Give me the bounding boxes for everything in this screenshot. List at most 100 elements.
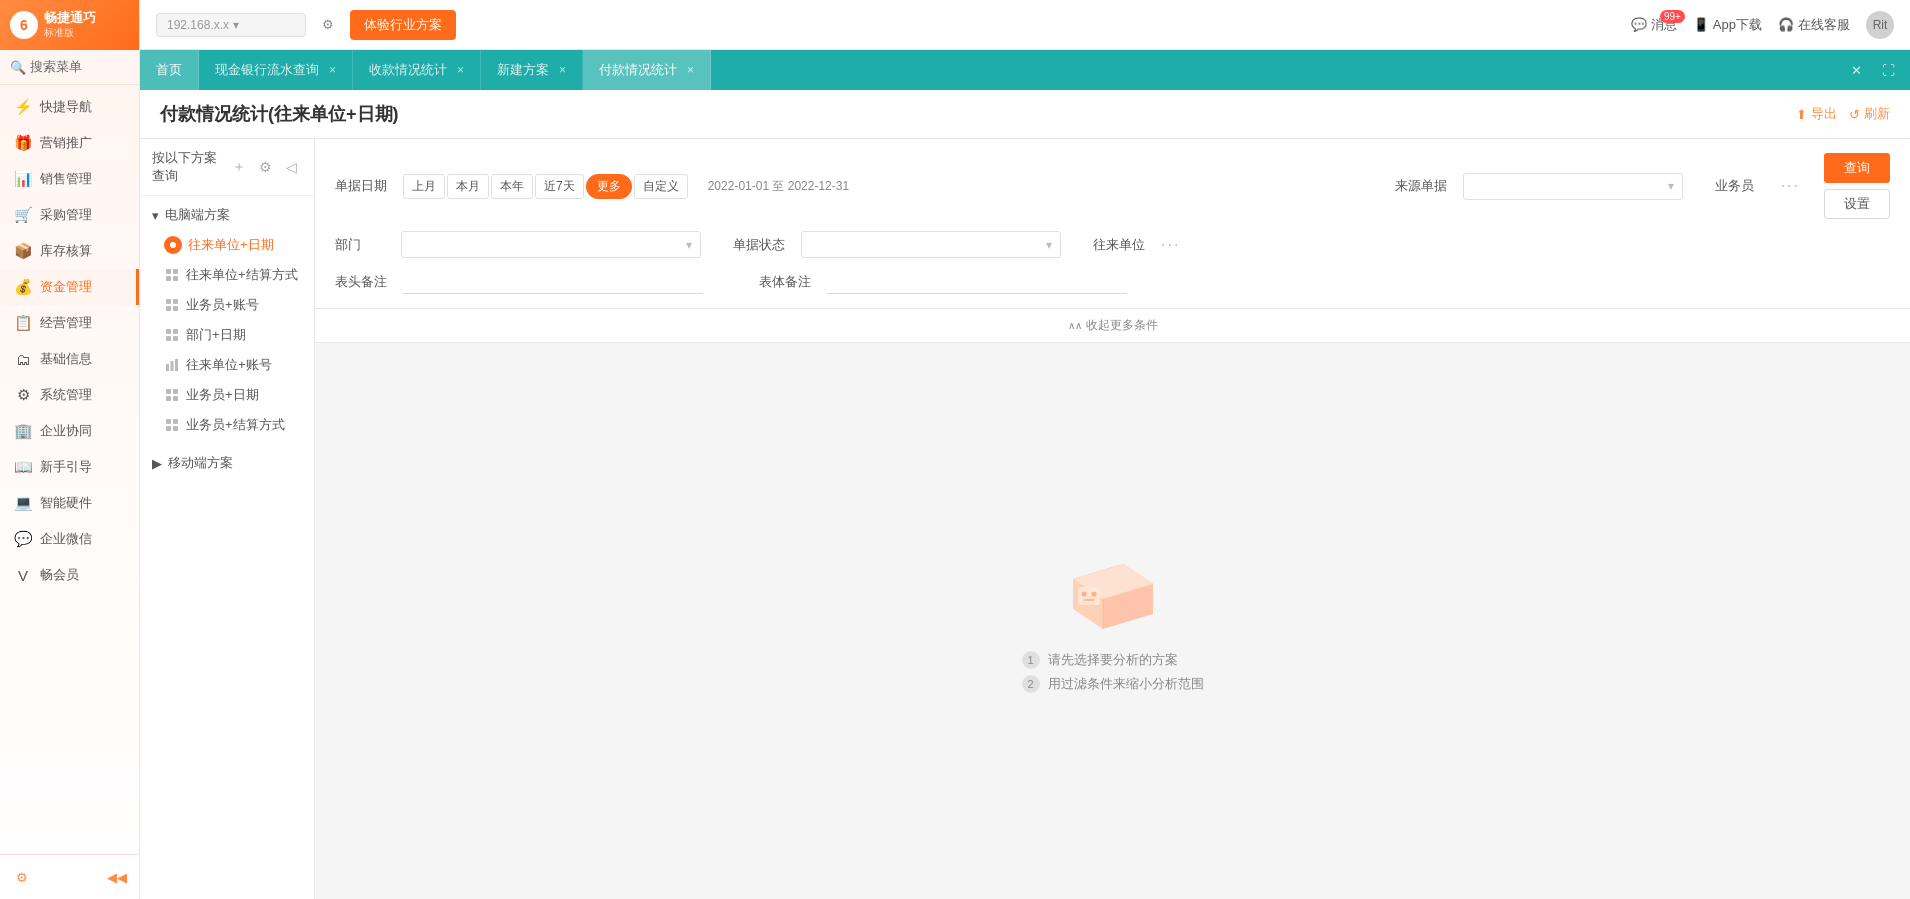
sidebar-item-inventory[interactable]: 📦 库存核算 bbox=[0, 233, 139, 269]
partner-dots[interactable]: ··· bbox=[1161, 236, 1180, 254]
scheme-item-partner-date[interactable]: 往来单位+日期 bbox=[140, 230, 314, 260]
tab-bank-flow-label: 现金银行流水查询 bbox=[215, 61, 319, 79]
svg-rect-9 bbox=[166, 329, 171, 334]
scheme-grid-icon4 bbox=[164, 387, 180, 403]
last-month-btn[interactable]: 上月 bbox=[403, 174, 445, 199]
sidebar-item-smart-hw[interactable]: 💻 智能硬件 bbox=[0, 485, 139, 521]
custom-date-btn[interactable]: 自定义 bbox=[634, 174, 688, 199]
more-date-btn[interactable]: 更多 bbox=[586, 174, 632, 199]
settings-gear-icon[interactable]: ⚙ bbox=[314, 11, 342, 39]
address-bar[interactable]: 192.168.x.x ▾ bbox=[156, 13, 306, 37]
tab-new-scheme-label: 新建方案 bbox=[497, 61, 549, 79]
empty-hint-2: 2 用过滤条件来缩小分析范围 bbox=[1022, 675, 1204, 693]
tab-bank-flow[interactable]: 现金银行流水查询 × bbox=[199, 50, 353, 90]
sidebar-label: 基础信息 bbox=[40, 350, 92, 368]
svg-rect-10 bbox=[173, 329, 178, 334]
tab-bar-actions: ✕ ⛶ bbox=[1842, 56, 1910, 84]
sidebar-label: 企业微信 bbox=[40, 530, 92, 548]
doc-status-input[interactable] bbox=[802, 232, 1060, 257]
hint-num-1: 1 bbox=[1022, 651, 1040, 669]
settings-footer-icon[interactable]: ⚙ bbox=[8, 863, 36, 891]
tab-new-scheme-close[interactable]: × bbox=[559, 63, 566, 77]
last-7-days-btn[interactable]: 近7天 bbox=[535, 174, 584, 199]
staff-filter-label: 业务员 bbox=[1715, 177, 1765, 195]
tab-pay-stats-close[interactable]: × bbox=[687, 63, 694, 77]
scheme-settings-icon[interactable]: ⚙ bbox=[254, 156, 276, 178]
this-month-btn[interactable]: 本月 bbox=[447, 174, 489, 199]
purchase-icon: 🛒 bbox=[14, 206, 32, 224]
scheme-item-partner-settle[interactable]: 往来单位+结算方式 bbox=[140, 260, 314, 290]
top-bar-right: 💬 消息 99+ 📱 App下载 🎧 在线客服 Rit bbox=[1631, 11, 1894, 39]
sidebar-footer: ⚙ ◀◀ bbox=[0, 854, 139, 899]
search-menu[interactable]: 🔍 搜索菜单 bbox=[0, 50, 139, 85]
operation-icon: 📋 bbox=[14, 314, 32, 332]
tab-home[interactable]: 首页 bbox=[140, 50, 199, 90]
export-label: 导出 bbox=[1811, 105, 1837, 123]
sidebar-item-capital[interactable]: 💰 资金管理 bbox=[0, 269, 139, 305]
scheme-item-staff-date[interactable]: 业务员+日期 bbox=[140, 380, 314, 410]
guide-icon: 📖 bbox=[14, 458, 32, 476]
tab-payment-stats[interactable]: 收款情况统计 × bbox=[353, 50, 481, 90]
online-support-action[interactable]: 🎧 在线客服 bbox=[1778, 16, 1850, 34]
scheme-item-partner-account[interactable]: 往来单位+账号 bbox=[140, 350, 314, 380]
industry-button[interactable]: 体验行业方案 bbox=[350, 10, 456, 40]
collapse-sidebar-icon[interactable]: ◀◀ bbox=[103, 863, 131, 891]
sidebar-item-quick-nav[interactable]: ⚡ 快捷导航 bbox=[0, 89, 139, 125]
user-avatar[interactable]: Rit bbox=[1866, 11, 1894, 39]
scheme-item-staff-settle[interactable]: 业务员+结算方式 bbox=[140, 410, 314, 440]
scheme-item-staff-account[interactable]: 业务员+账号 bbox=[140, 290, 314, 320]
filter-action-buttons: 查询 设置 bbox=[1824, 153, 1890, 219]
app-download-action[interactable]: 📱 App下载 bbox=[1693, 16, 1762, 34]
smart-hw-icon: 💻 bbox=[14, 494, 32, 512]
page-header: 付款情况统计(往来单位+日期) ⬆ 导出 ↺ 刷新 bbox=[140, 90, 1910, 139]
source-doc-select-wrapper: ▾ bbox=[1463, 173, 1683, 200]
sidebar-item-member[interactable]: V 畅会员 bbox=[0, 557, 139, 593]
svg-rect-21 bbox=[173, 419, 178, 424]
dept-input[interactable] bbox=[402, 232, 700, 257]
collapse-label: 收起更多条件 bbox=[1086, 317, 1158, 334]
scheme-panel-header: 按以下方案查询 ＋ ⚙ ◁ bbox=[140, 139, 314, 196]
address-dropdown-icon: ▾ bbox=[233, 18, 239, 32]
messages-action[interactable]: 💬 消息 99+ bbox=[1631, 16, 1677, 34]
sidebar-item-system[interactable]: ⚙ 系统管理 bbox=[0, 377, 139, 413]
source-doc-input[interactable] bbox=[1464, 174, 1682, 199]
mobile-section-header[interactable]: ▶ 移动端方案 bbox=[140, 448, 314, 478]
pc-section-header[interactable]: ▾ 电脑端方案 bbox=[140, 200, 314, 230]
staff-dots[interactable]: ··· bbox=[1781, 177, 1800, 195]
add-scheme-icon[interactable]: ＋ bbox=[228, 156, 250, 178]
tab-pay-stats[interactable]: 付款情况统计 × bbox=[583, 50, 711, 90]
svg-rect-12 bbox=[173, 336, 178, 341]
refresh-button[interactable]: ↺ 刷新 bbox=[1849, 105, 1890, 123]
doc-status-label: 单据状态 bbox=[733, 236, 785, 254]
svg-rect-18 bbox=[166, 396, 171, 401]
hint-text-1: 请先选择要分析的方案 bbox=[1048, 651, 1178, 669]
sidebar-item-basic-info[interactable]: 🗂 基础信息 bbox=[0, 341, 139, 377]
collapse-bar[interactable]: ∧∧ 收起更多条件 bbox=[315, 309, 1910, 343]
tab-bank-flow-close[interactable]: × bbox=[329, 63, 336, 77]
svg-rect-11 bbox=[166, 336, 171, 341]
scheme-item-dept-date[interactable]: 部门+日期 bbox=[140, 320, 314, 350]
sidebar-item-purchase[interactable]: 🛒 采购管理 bbox=[0, 197, 139, 233]
header-note-input[interactable] bbox=[403, 270, 703, 294]
sidebar-item-operation[interactable]: 📋 经营管理 bbox=[0, 305, 139, 341]
sidebar-item-wechat[interactable]: 💬 企业微信 bbox=[0, 521, 139, 557]
tab-new-scheme[interactable]: 新建方案 × bbox=[481, 50, 583, 90]
sidebar-item-enterprise[interactable]: 🏢 企业协同 bbox=[0, 413, 139, 449]
sidebar-item-guide[interactable]: 📖 新手引导 bbox=[0, 449, 139, 485]
body-note-input[interactable] bbox=[827, 270, 1127, 294]
tab-payment-close[interactable]: × bbox=[457, 63, 464, 77]
sidebar-nav: ⚡ 快捷导航 🎁 营销推广 📊 销售管理 🛒 采购管理 📦 库存核算 💰 bbox=[0, 85, 139, 854]
tab-pay-stats-label: 付款情况统计 bbox=[599, 61, 677, 79]
sidebar-item-marketing[interactable]: 🎁 营销推广 bbox=[0, 125, 139, 161]
svg-point-31 bbox=[1091, 592, 1096, 597]
this-year-btn[interactable]: 本年 bbox=[491, 174, 533, 199]
sidebar-item-sales[interactable]: 📊 销售管理 bbox=[0, 161, 139, 197]
scheme-collapse-icon[interactable]: ◁ bbox=[280, 156, 302, 178]
settings-button[interactable]: 设置 bbox=[1824, 189, 1890, 219]
wechat-icon: 💬 bbox=[14, 530, 32, 548]
query-button[interactable]: 查询 bbox=[1824, 153, 1890, 183]
tab-close-all-btn[interactable]: ✕ bbox=[1842, 56, 1870, 84]
tab-expand-btn[interactable]: ⛶ bbox=[1874, 56, 1902, 84]
export-button[interactable]: ⬆ 导出 bbox=[1796, 105, 1837, 123]
capital-icon: 💰 bbox=[14, 278, 32, 296]
